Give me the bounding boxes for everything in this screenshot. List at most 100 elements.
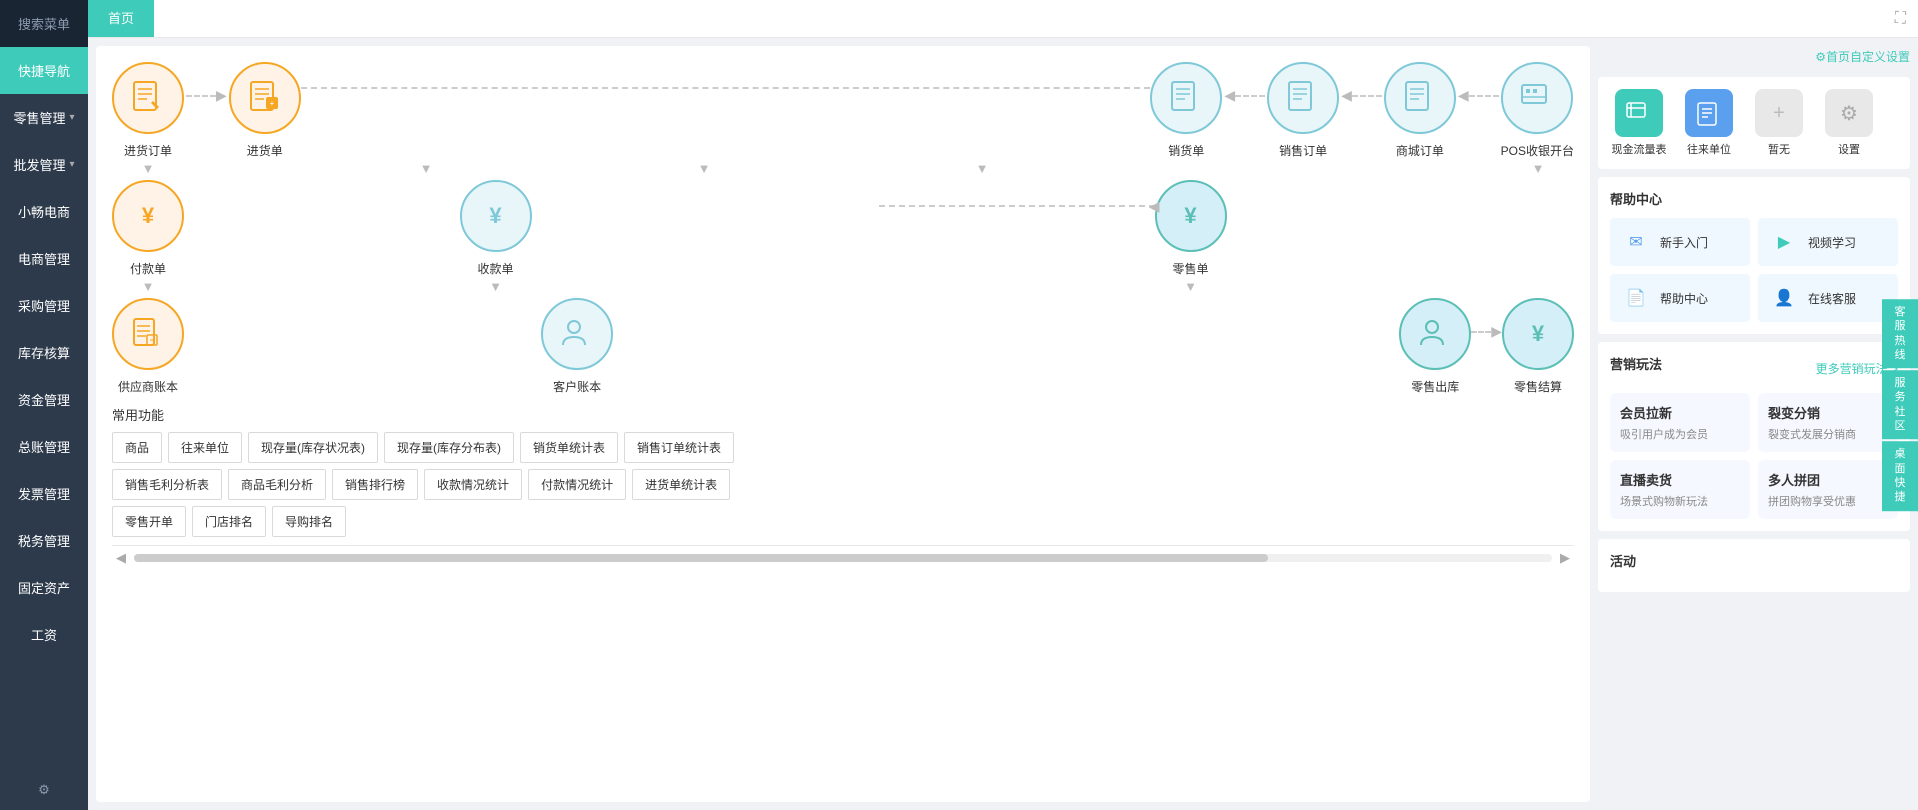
member-title: 会员拉新 [1620,403,1740,422]
purchase-order-label: 进货订单 [124,142,172,159]
none-icon: + [1755,89,1803,137]
marketing-item-group[interactable]: 多人拼团 拼团购物享受优惠 [1758,460,1898,519]
contacts-label: 往来单位 [1687,141,1731,157]
sidebar-settings-icon[interactable]: ⚙ [0,770,88,810]
desktop-shortcut-btn[interactable]: 桌面 快捷 [1882,442,1918,511]
help-item-help[interactable]: 📄 帮助中心 [1610,274,1750,322]
flow-node-mall-order: 商城订单 [1384,62,1456,159]
cash-flow-icon [1615,89,1663,137]
gear-icon: ⚙ [1815,50,1826,64]
sidebar-item-finance-mgmt[interactable]: 资金管理 [0,376,88,423]
flow-node-retail-order: ¥ 零售单 [1155,180,1227,277]
fullscreen-icon[interactable]: ⛶ [1895,10,1918,28]
sales-receipt-label: 销货单 [1168,142,1204,159]
help-item-beginner[interactable]: ✉ 新手入门 [1610,218,1750,266]
left-panel: 进货订单 ▶ + 进货单 [96,46,1590,802]
cf-btn-goods[interactable]: 商品 [112,432,162,463]
sidebar-item-inventory[interactable]: 库存核算 [0,329,88,376]
cf-btn-purchase-stat[interactable]: 进货单统计表 [632,469,730,500]
retail-settlement-circle[interactable]: ¥ [1502,298,1574,370]
marketing-item-fission[interactable]: 裂变分销 裂变式发展分销商 [1758,393,1898,452]
sidebar-search[interactable]: 搜索菜单 [0,0,88,47]
quick-nav-header[interactable]: ⚙ 首页自定义设置 [1598,46,1910,69]
common-functions: 常用功能 商品 往来单位 现存量(库存状况表) 现存量(库存分布表) 销货单统计… [112,405,1574,537]
sidebar-item-general-ledger[interactable]: 总账管理 [0,423,88,470]
help-grid: ✉ 新手入门 ▶ 视频学习 📄 帮助中心 👤 在线客服 [1610,218,1898,322]
cf-btn-store-ranking[interactable]: 门店排名 [192,506,266,537]
service-community-btn[interactable]: 服务 社区 [1882,370,1918,439]
sidebar-item-xiaochang-ecom[interactable]: 小畅电商 [0,188,88,235]
help-item-online-service[interactable]: 👤 在线客服 [1758,274,1898,322]
flow-node-payment-order: ¥ 付款单 [112,180,184,277]
help-label: 帮助中心 [1660,290,1708,307]
sidebar-item-fixed-assets[interactable]: 固定资产 [0,564,88,611]
customize-label: 首页自定义设置 [1826,48,1910,65]
none-label: 暂无 [1768,141,1790,157]
sidebar-item-purchase-mgmt[interactable]: 采购管理 [0,282,88,329]
receipt-order-circle[interactable]: ¥ [460,180,532,252]
cf-btn-inventory-dist[interactable]: 现存量(库存分布表) [384,432,514,463]
flow-node-sales-receipt: 销货单 [1150,62,1222,159]
sidebar-item-salary[interactable]: 工资 [0,611,88,658]
scroll-track[interactable] [134,554,1552,562]
cf-btn-receipt-stat[interactable]: 收款情况统计 [424,469,522,500]
cf-btn-sales-ranking[interactable]: 销售排行榜 [332,469,418,500]
qni-none[interactable]: + 暂无 [1750,89,1808,157]
scroll-left-arrow[interactable]: ◀ [112,550,130,566]
purchase-receipt-circle[interactable]: + [229,62,301,134]
qni-contacts[interactable]: 往来单位 [1680,89,1738,157]
help-center: 帮助中心 ✉ 新手入门 ▶ 视频学习 📄 帮助中心 👤 [1598,177,1910,334]
scroll-right-arrow[interactable]: ▶ [1556,550,1574,566]
pos-cashier-label: POS收银开台 [1501,142,1574,159]
qni-cash-flow[interactable]: 现金流量表 [1610,89,1668,157]
retail-outbound-circle[interactable] [1399,298,1471,370]
marketing-item-member[interactable]: 会员拉新 吸引用户成为会员 [1610,393,1750,452]
common-functions-row3: 零售开单 门店排名 导购排名 [112,506,1574,537]
cf-btn-guide-ranking[interactable]: 导购排名 [272,506,346,537]
tab-home[interactable]: 首页 [88,0,154,37]
flow-node-pos-cashier: POS收银开台 [1501,62,1574,159]
cf-btn-sales-stat[interactable]: 销货单统计表 [520,432,618,463]
mall-order-circle[interactable] [1384,62,1456,134]
flow-node-purchase-receipt: + 进货单 [229,62,301,159]
qni-settings[interactable]: ⚙ 设置 [1820,89,1878,157]
marketing-item-live[interactable]: 直播卖货 场景式购物新玩法 [1610,460,1750,519]
sidebar-item-invoice-mgmt[interactable]: 发票管理 [0,470,88,517]
cf-btn-sales-order-stat[interactable]: 销售订单统计表 [624,432,734,463]
customer-service-btn[interactable]: 客服 热线 [1882,299,1918,368]
cf-btn-inventory-status[interactable]: 现存量(库存状况表) [248,432,378,463]
sidebar-item-wholesale-mgmt[interactable]: 批发管理 ▾ [0,141,88,188]
chevron-down-icon: ▾ [69,159,74,170]
purchase-order-circle[interactable] [112,62,184,134]
payment-order-label: 付款单 [130,260,166,277]
customer-account-circle[interactable] [541,298,613,370]
help-item-video[interactable]: ▶ 视频学习 [1758,218,1898,266]
live-desc: 场景式购物新玩法 [1620,493,1740,509]
cf-btn-contacts[interactable]: 往来单位 [168,432,242,463]
supplier-account-circle[interactable] [112,298,184,370]
flow-node-sales-order: 销售订单 [1267,62,1339,159]
help-center-title: 帮助中心 [1610,189,1898,208]
svg-text:+: + [269,99,274,108]
sidebar: 搜索菜单 快捷导航 零售管理 ▾ 批发管理 ▾ 小畅电商 电商管理 采购管理 库… [0,0,88,810]
activity-section: 活动 [1598,539,1910,592]
cf-btn-retail-order[interactable]: 零售开单 [112,506,186,537]
flow-node-retail-outbound: 零售出库 [1399,298,1471,395]
cf-btn-sales-margin[interactable]: 销售毛利分析表 [112,469,222,500]
sales-receipt-circle[interactable] [1150,62,1222,134]
payment-order-circle[interactable]: ¥ [112,180,184,252]
sidebar-item-retail-mgmt[interactable]: 零售管理 ▾ [0,94,88,141]
cash-flow-label: 现金流量表 [1612,141,1667,157]
retail-order-label: 零售单 [1172,260,1208,277]
sidebar-item-ecom-mgmt[interactable]: 电商管理 [0,235,88,282]
retail-order-circle[interactable]: ¥ [1155,180,1227,252]
sidebar-item-tax-mgmt[interactable]: 税务管理 [0,517,88,564]
flow-diagram: 进货订单 ▶ + 进货单 [112,62,1574,395]
cf-btn-payment-stat[interactable]: 付款情况统计 [528,469,626,500]
activity-title: 活动 [1610,551,1898,570]
sidebar-item-quick-nav[interactable]: 快捷导航 [0,47,88,94]
sales-order-circle[interactable] [1267,62,1339,134]
settings-icon: ⚙ [1825,89,1873,137]
pos-cashier-circle[interactable] [1501,62,1573,134]
cf-btn-goods-margin[interactable]: 商品毛利分析 [228,469,326,500]
